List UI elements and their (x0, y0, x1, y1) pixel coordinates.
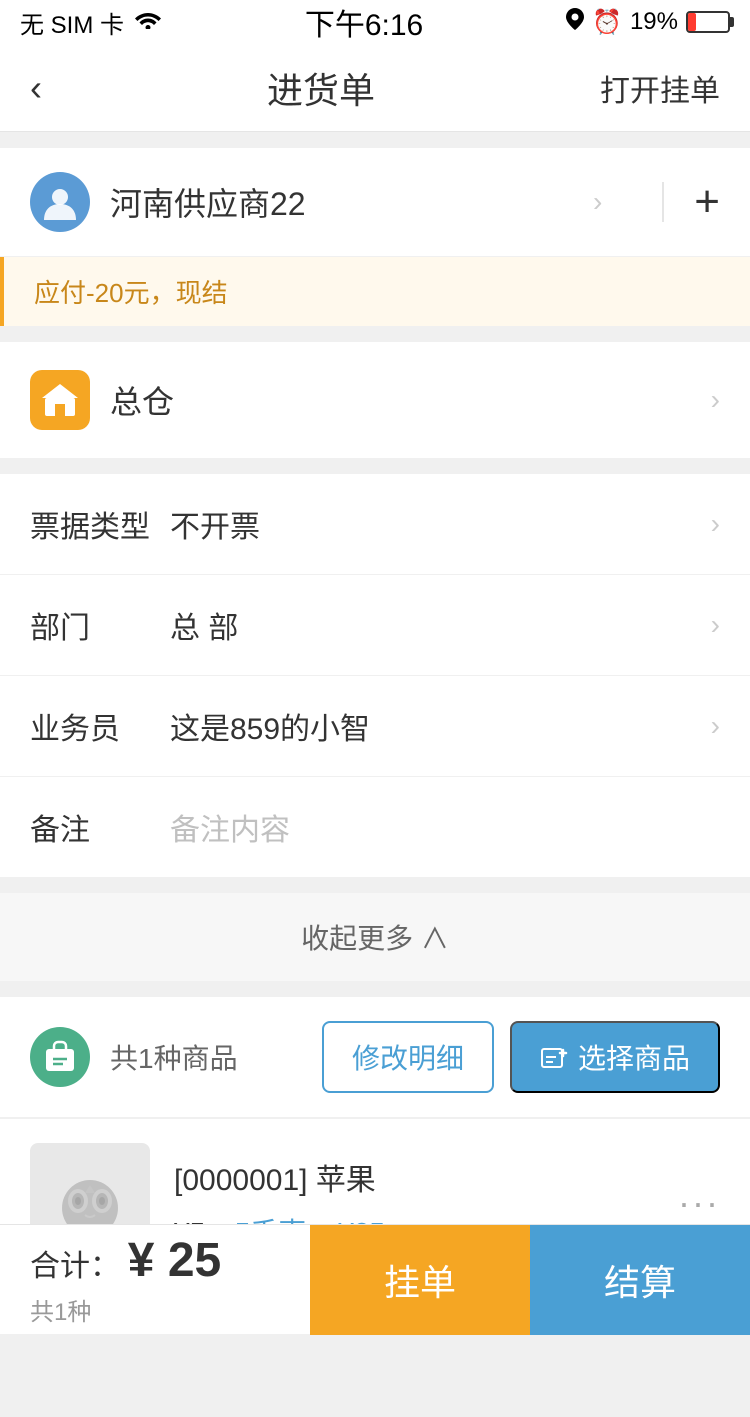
remark-label: 备注 (30, 805, 170, 849)
settle-button[interactable]: 结算 (530, 1225, 750, 1335)
open-hang-button[interactable]: 打开挂单 (600, 66, 720, 110)
add-supplier-button[interactable]: + (694, 180, 720, 224)
back-button[interactable]: ‹ (30, 67, 42, 109)
invoice-type-label: 票据类型 (30, 502, 170, 546)
total-count: 共1种 (30, 1292, 280, 1327)
sim-signal: 无 SIM 卡 (20, 5, 124, 40)
product-icon (30, 1027, 90, 1087)
invoice-type-chevron-icon: › (711, 508, 720, 540)
wifi-icon (134, 8, 162, 36)
status-left: 无 SIM 卡 (20, 5, 162, 40)
product-name: [0000001] 苹果 (174, 1155, 678, 1199)
department-row[interactable]: 部门 总 部 › (0, 575, 750, 676)
alarm-icon: ⏰ (592, 8, 622, 37)
supplier-divider (662, 182, 664, 222)
form-section: 票据类型 不开票 › 部门 总 部 › 业务员 这是859的小智 › 备注 备注… (0, 474, 750, 877)
warehouse-chevron-icon: › (711, 384, 720, 416)
supplier-section: 河南供应商22 › + 应付-20元，现结 (0, 148, 750, 326)
warehouse-row[interactable]: 总仓 › (0, 342, 750, 458)
salesperson-chevron-icon: › (711, 710, 720, 742)
payment-notice: 应付-20元，现结 (0, 257, 750, 326)
supplier-avatar (30, 172, 90, 232)
supplier-name[interactable]: 河南供应商22 (110, 179, 593, 225)
salesperson-label: 业务员 (30, 704, 170, 748)
supplier-row: 河南供应商22 › + (0, 148, 750, 257)
remark-input[interactable]: 备注内容 (170, 805, 720, 849)
status-bar: 无 SIM 卡 下午6:16 ⏰ 19% (0, 0, 750, 44)
product-header: 共1种商品 修改明细 选择商品 (0, 997, 750, 1117)
total-line: 合计： ¥ 25 (30, 1233, 280, 1288)
supplier-chevron-icon: › (593, 186, 602, 218)
product-count: 共1种商品 (110, 1037, 322, 1077)
warehouse-icon (30, 370, 90, 430)
department-value: 总 部 (170, 603, 711, 647)
warehouse-name: 总仓 (110, 377, 711, 423)
invoice-type-value: 不开票 (170, 502, 711, 546)
salesperson-value: 这是859的小智 (170, 704, 711, 748)
collapse-button[interactable]: 收起更多 ∧ (0, 893, 750, 981)
total-section: 合计： ¥ 25 共1种 (0, 1233, 310, 1327)
status-time: 下午6:16 (305, 0, 423, 44)
hang-order-button[interactable]: 挂单 (310, 1225, 530, 1335)
page-title: 进货单 (267, 62, 375, 114)
salesperson-row[interactable]: 业务员 这是859的小智 › (0, 676, 750, 777)
more-options-button[interactable]: ··· (678, 1182, 720, 1224)
remark-row[interactable]: 备注 备注内容 (0, 777, 750, 877)
department-chevron-icon: › (711, 609, 720, 641)
battery-percent: 19% (630, 8, 678, 36)
select-product-button[interactable]: 选择商品 (510, 1021, 720, 1093)
battery-icon (686, 11, 730, 33)
payment-text: 应付-20元，现结 (34, 278, 228, 308)
warehouse-section: 总仓 › (0, 342, 750, 458)
total-label: 合计： (30, 1250, 120, 1283)
collapse-label: 收起更多 ∧ (301, 917, 449, 957)
total-amount: ¥ 25 (128, 1234, 221, 1287)
nav-bar: ‹ 进货单 打开挂单 (0, 44, 750, 132)
invoice-type-row[interactable]: 票据类型 不开票 › (0, 474, 750, 575)
bottom-bar: 合计： ¥ 25 共1种 挂单 结算 (0, 1224, 750, 1334)
department-label: 部门 (30, 603, 170, 647)
location-icon (566, 8, 584, 37)
edit-detail-button[interactable]: 修改明细 (322, 1021, 494, 1093)
status-right: ⏰ 19% (566, 8, 730, 37)
